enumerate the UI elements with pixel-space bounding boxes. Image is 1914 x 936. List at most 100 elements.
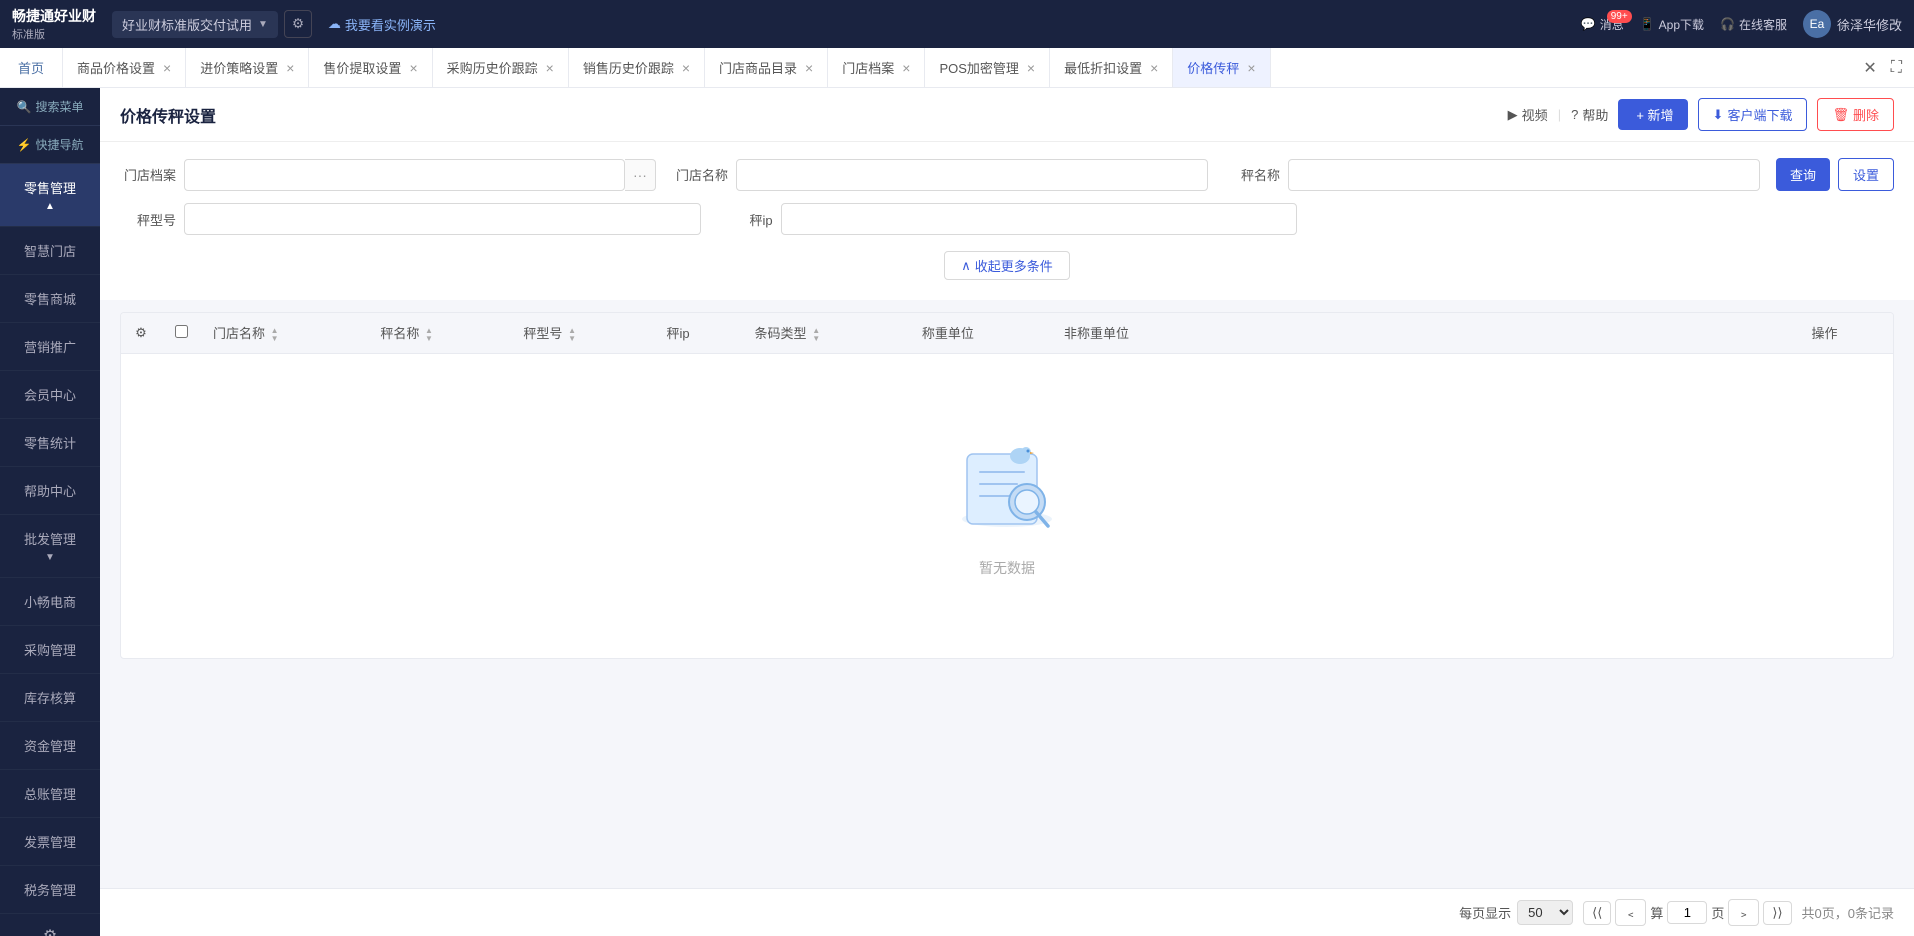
- sidebar-finance-label: 资金管理: [24, 736, 76, 755]
- th-store-name-label: 门店名称: [213, 326, 265, 341]
- headset-icon: 🎧: [1720, 17, 1735, 31]
- tab-price-scale[interactable]: 价格传秤 ×: [1173, 48, 1270, 87]
- th-scale-model: 秤型号 ▲▼: [511, 313, 654, 353]
- tab-home[interactable]: 首页: [0, 48, 63, 87]
- th-scale-model-label: 秤型号: [523, 326, 562, 341]
- sidebar-item-ledger[interactable]: 总账管理: [0, 770, 100, 818]
- page-actions: ▶ 视频 | ? 帮助 + 新增 ⬇ 客户端下载 🗑 删: [1508, 98, 1894, 131]
- tab-pos-encryption[interactable]: POS加密管理 ×: [925, 48, 1050, 87]
- tab-purchase-strategy[interactable]: 进价策略设置 ×: [186, 48, 309, 87]
- version-settings-button[interactable]: ⚙: [284, 10, 312, 38]
- store-file-input[interactable]: [184, 159, 625, 191]
- sidebar-item-tax[interactable]: 税务管理: [0, 866, 100, 914]
- tab-purchase-history[interactable]: 采购历史价跟踪 ×: [433, 48, 569, 87]
- sidebar-item-member[interactable]: 会员中心: [0, 371, 100, 419]
- user-menu[interactable]: Ea 徐泽华修改: [1803, 10, 1902, 38]
- form-item-store-name: 门店名称: [672, 159, 1208, 191]
- column-settings-icon[interactable]: ⚙: [135, 325, 147, 340]
- tab-sale-price-label: 售价提取设置: [323, 58, 401, 77]
- tab-commodity-price[interactable]: 商品价格设置 ×: [63, 48, 186, 87]
- messages-button[interactable]: 💬 消息 99+: [1581, 16, 1624, 33]
- sidebar-item-invoice[interactable]: 发票管理: [0, 818, 100, 866]
- tab-store-file-close[interactable]: ×: [902, 60, 910, 76]
- sort-icon[interactable]: ▲▼: [425, 327, 433, 343]
- sidebar-settings-button[interactable]: ⚙: [0, 914, 100, 936]
- th-scale-name-label: 秤名称: [380, 326, 419, 341]
- settings-btn-form[interactable]: 设置: [1838, 158, 1894, 191]
- tab-min-discount-close[interactable]: ×: [1150, 60, 1158, 76]
- query-button[interactable]: 查询: [1776, 158, 1830, 191]
- store-file-input-wrapper: ···: [184, 159, 656, 191]
- tab-sale-price[interactable]: 售价提取设置 ×: [309, 48, 432, 87]
- top-bar: 畅捷通好业财 标准版 好业财标准版交付试用 ▼ ⚙ ☁ 我要看实例演示 💬 消息…: [0, 0, 1914, 48]
- sidebar-smart-store-label: 智慧门店: [24, 241, 76, 260]
- select-all-checkbox[interactable]: [175, 325, 188, 338]
- sort-icon[interactable]: ▲▼: [812, 327, 820, 343]
- table-head: ⚙ 门店名称 ▲▼ 秤名称 ▲▼: [121, 313, 1893, 353]
- collapse-button[interactable]: ∧ 收起更多条件: [944, 251, 1070, 280]
- sidebar-item-retail-stats[interactable]: 零售统计: [0, 419, 100, 467]
- user-initials: Ea: [1810, 17, 1825, 31]
- tab-store-catalog-close[interactable]: ×: [805, 60, 813, 76]
- app-download-button[interactable]: 📱 App下载: [1640, 16, 1704, 33]
- page-number-input[interactable]: [1667, 901, 1707, 924]
- sidebar-item-retail-management[interactable]: 零售管理 ▲: [0, 164, 100, 227]
- tab-sale-price-close[interactable]: ×: [409, 60, 417, 76]
- per-page-select[interactable]: 10 20 50 100: [1517, 900, 1573, 925]
- page-label: 算: [1650, 903, 1663, 922]
- app-subtitle: 标准版: [12, 26, 45, 42]
- close-tab-button[interactable]: ✕: [1859, 56, 1880, 80]
- online-service-button[interactable]: 🎧 在线客服: [1720, 16, 1787, 33]
- tab-price-scale-label: 价格传秤: [1187, 58, 1239, 77]
- tab-purchase-history-close[interactable]: ×: [546, 60, 554, 76]
- demo-link[interactable]: ☁ 我要看实例演示: [328, 15, 436, 34]
- sidebar-item-purchase[interactable]: 采购管理: [0, 626, 100, 674]
- sidebar-item-smart-store[interactable]: 智慧门店: [0, 227, 100, 275]
- tab-store-file[interactable]: 门店档案 ×: [828, 48, 925, 87]
- store-file-more-button[interactable]: ···: [625, 159, 656, 191]
- tab-commodity-price-close[interactable]: ×: [163, 60, 171, 76]
- sidebar-item-retail-mall[interactable]: 零售商城: [0, 275, 100, 323]
- scale-model-input[interactable]: [184, 203, 701, 235]
- tab-purchase-strategy-close[interactable]: ×: [286, 60, 294, 76]
- version-selector[interactable]: 好业财标准版交付试用 ▼: [112, 11, 278, 38]
- prev-page-button[interactable]: ﹤: [1615, 899, 1646, 926]
- form-item-scale-ip: 秤ip: [717, 203, 1298, 235]
- store-name-input[interactable]: [736, 159, 1208, 191]
- tab-home-label: 首页: [18, 58, 44, 77]
- sort-icon[interactable]: ▲▼: [271, 327, 279, 343]
- maximize-tab-button[interactable]: ⛶: [1887, 57, 1906, 79]
- download-button[interactable]: ⬇ 客户端下载: [1698, 98, 1808, 131]
- next-page-button[interactable]: ﹥: [1728, 899, 1759, 926]
- settings-label: 设置: [1853, 165, 1879, 184]
- help-link[interactable]: ? 帮助: [1571, 105, 1608, 124]
- tab-price-scale-close[interactable]: ×: [1247, 60, 1255, 76]
- page-size-selector: 每页显示 10 20 50 100: [1459, 900, 1573, 925]
- sidebar-item-marketing[interactable]: 营销推广: [0, 323, 100, 371]
- sidebar-nav[interactable]: ⚡ 快捷导航: [0, 126, 100, 164]
- add-button[interactable]: + 新增: [1618, 99, 1687, 130]
- tab-min-discount[interactable]: 最低折扣设置 ×: [1050, 48, 1173, 87]
- last-page-button[interactable]: ⟩⟩: [1763, 901, 1791, 925]
- sidebar-tax-label: 税务管理: [24, 880, 76, 899]
- sidebar-item-wholesale[interactable]: 批发管理 ▼: [0, 515, 100, 578]
- th-barcode-type: 条码类型 ▲▼: [743, 313, 910, 353]
- sidebar-search[interactable]: 🔍 搜索菜单: [0, 88, 100, 126]
- video-link[interactable]: ▶ 视频: [1508, 105, 1548, 124]
- sort-icon[interactable]: ▲▼: [568, 327, 576, 343]
- sidebar-item-finance[interactable]: 资金管理: [0, 722, 100, 770]
- th-weight-unit: 称重单位: [910, 313, 1052, 353]
- th-barcode-type-label: 条码类型: [755, 326, 807, 341]
- sidebar-item-help[interactable]: 帮助中心: [0, 467, 100, 515]
- first-page-button[interactable]: ⟨⟨: [1583, 901, 1611, 925]
- sidebar-item-inventory[interactable]: 库存核算: [0, 674, 100, 722]
- tab-store-catalog[interactable]: 门店商品目录 ×: [705, 48, 828, 87]
- delete-button[interactable]: 🗑 删除: [1817, 98, 1894, 131]
- query-label: 查询: [1790, 165, 1816, 184]
- scale-ip-input[interactable]: [781, 203, 1298, 235]
- tab-pos-encryption-close[interactable]: ×: [1027, 60, 1035, 76]
- tab-sales-history-close[interactable]: ×: [682, 60, 690, 76]
- tab-sales-history[interactable]: 销售历史价跟踪 ×: [569, 48, 705, 87]
- sidebar-item-ecommerce[interactable]: 小畅电商: [0, 578, 100, 626]
- scale-name-input[interactable]: [1288, 159, 1760, 191]
